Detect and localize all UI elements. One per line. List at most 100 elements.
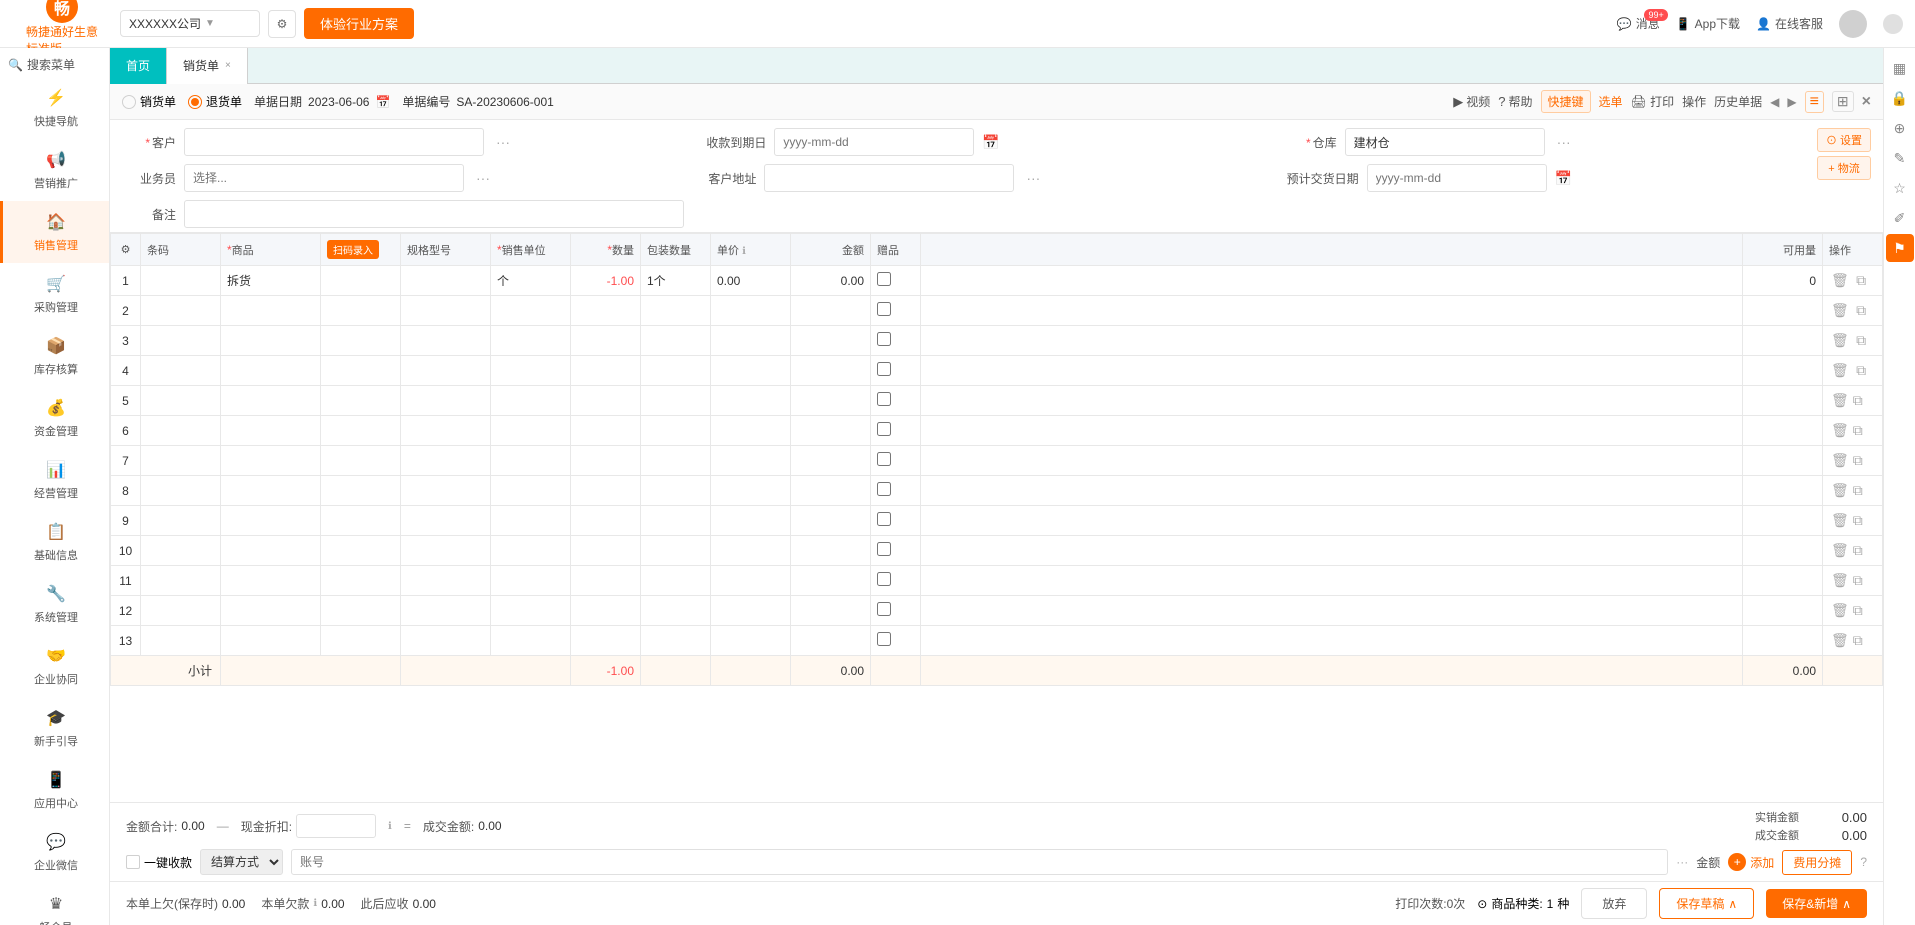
row-copy-icon-13[interactable]: ⧉	[1853, 632, 1863, 648]
settle-method-select[interactable]: 结算方式	[200, 849, 283, 875]
row-spec-2[interactable]	[401, 296, 491, 326]
arrears-info-icon[interactable]: ℹ	[313, 898, 317, 909]
sidebar-item-inventory[interactable]: 📦 库存核算	[0, 325, 109, 387]
row-pkgqty-4[interactable]	[641, 356, 711, 386]
close-form-button[interactable]: ×	[1862, 93, 1871, 111]
row-qty-4[interactable]	[571, 356, 641, 386]
row-price-4[interactable]	[711, 356, 791, 386]
sidebar-item-purchase[interactable]: 🛒 采购管理	[0, 263, 109, 325]
view-grid-icon[interactable]: ⊞	[1832, 91, 1854, 112]
online-service-button[interactable]: 👤 在线客服	[1756, 15, 1823, 32]
row-copy-icon-8[interactable]: ⧉	[1853, 482, 1863, 498]
sidebar-item-sales[interactable]: 🏠 销售管理	[0, 201, 109, 263]
sidebar-item-newbie[interactable]: 🎓 新手引导	[0, 697, 109, 759]
save-new-button[interactable]: 保存&新增 ∧	[1766, 889, 1867, 918]
sidebar-item-marketing[interactable]: 📢 营销推广	[0, 139, 109, 201]
sidebar-item-operations[interactable]: 📊 经营管理	[0, 449, 109, 511]
scan-btn[interactable]: 扫码录入	[327, 240, 379, 259]
one-click-pay-checkbox[interactable]: 一键收款	[126, 854, 192, 871]
sidebar-item-basic[interactable]: 📋 基础信息	[0, 511, 109, 573]
right-panel-icon-6[interactable]: ✐	[1886, 204, 1914, 232]
row-amount-2[interactable]	[791, 296, 871, 326]
right-panel-icon-5[interactable]: ☆	[1886, 174, 1914, 202]
app-download-button[interactable]: 📱 App下载	[1676, 15, 1740, 32]
row-copy-icon-4[interactable]: ⧉	[1856, 362, 1866, 378]
row-delete-icon-2[interactable]: 🗑	[1831, 302, 1849, 318]
sidebar-item-enterprise-wechat[interactable]: 💬 企业微信	[0, 821, 109, 883]
salesperson-dots-btn[interactable]: ···	[472, 170, 494, 186]
doc-no-value[interactable]: SA-20230606-001	[456, 95, 553, 109]
row-price-2[interactable]	[711, 296, 791, 326]
row-unit-2[interactable]	[491, 296, 571, 326]
radio-return-order[interactable]: 退货单	[188, 93, 242, 110]
row-copy-icon-7[interactable]: ⧉	[1853, 452, 1863, 468]
salesperson-input[interactable]	[184, 164, 464, 192]
row-barcode-1[interactable]	[141, 266, 221, 296]
customer-input[interactable]	[184, 128, 484, 156]
right-panel-icon-2[interactable]: 🔒	[1886, 84, 1914, 112]
row-delete-icon-3[interactable]: 🗑	[1831, 332, 1849, 348]
settings-float-btn[interactable]: ⊙ 设置	[1817, 128, 1871, 152]
radio-sales-order[interactable]: 销货单	[122, 93, 176, 110]
sidebar-item-enterprise[interactable]: 🤝 企业协同	[0, 635, 109, 697]
col-settings[interactable]: ⚙	[111, 234, 141, 266]
due-date-input[interactable]	[774, 128, 974, 156]
row-delete-icon-5[interactable]: 🗑	[1831, 392, 1849, 408]
row-gift-4[interactable]	[871, 356, 921, 386]
operation-button[interactable]: 操作	[1682, 93, 1706, 110]
row-pkgqty-3[interactable]	[641, 326, 711, 356]
row-copy-icon-9[interactable]: ⧉	[1853, 512, 1863, 528]
avatar2[interactable]	[1883, 14, 1903, 34]
estimated-date-calendar-icon[interactable]: 📅	[1555, 170, 1572, 187]
row-gift-1[interactable]	[871, 266, 921, 296]
cash-discount-input[interactable]	[296, 814, 376, 838]
row-qty-2[interactable]	[571, 296, 641, 326]
warehouse-input[interactable]	[1345, 128, 1545, 156]
view-list-icon[interactable]: ≡	[1805, 91, 1824, 113]
row-delete-icon-11[interactable]: 🗑	[1831, 572, 1849, 588]
trial-button[interactable]: 体验行业方案	[304, 8, 414, 39]
row-spec-4[interactable]	[401, 356, 491, 386]
tab-home[interactable]: 首页	[110, 48, 167, 84]
row-copy-icon-12[interactable]: ⧉	[1853, 602, 1863, 618]
row-copy-icon-3[interactable]: ⧉	[1856, 332, 1866, 348]
row-barcode-2[interactable]	[141, 296, 221, 326]
row-price-3[interactable]	[711, 326, 791, 356]
row-product-4[interactable]	[221, 356, 321, 386]
row-barcode-4[interactable]	[141, 356, 221, 386]
row-delete-icon-10[interactable]: 🗑	[1831, 542, 1849, 558]
row-product-3[interactable]	[221, 326, 321, 356]
customer-addr-dots-btn[interactable]: ···	[1022, 170, 1044, 186]
company-selector[interactable]: XXXXXX公司 ▼	[120, 10, 260, 37]
discount-info-icon[interactable]: ℹ	[388, 821, 392, 832]
row-unit-4[interactable]	[491, 356, 571, 386]
sidebar-item-app-center[interactable]: 📱 应用中心	[0, 759, 109, 821]
nav-prev-icon[interactable]: ◀	[1770, 95, 1779, 109]
sidebar-item-system[interactable]: 🔧 系统管理	[0, 573, 109, 635]
row-delete-icon-4[interactable]: 🗑	[1831, 362, 1849, 378]
customer-dots-btn[interactable]: ···	[492, 134, 514, 150]
account-input[interactable]	[291, 849, 1668, 875]
sidebar-item-finance[interactable]: 💰 资金管理	[0, 387, 109, 449]
account-dots-btn[interactable]: ···	[1676, 855, 1688, 869]
row-product-2[interactable]	[221, 296, 321, 326]
estimated-date-input[interactable]	[1367, 164, 1547, 192]
video-button[interactable]: ▶ 视频	[1453, 93, 1490, 110]
select-button[interactable]: 选单	[1599, 93, 1623, 110]
row-qty-1[interactable]: -1.00	[571, 266, 641, 296]
row-product-1[interactable]: 拆货	[221, 266, 321, 296]
right-panel-icon-7[interactable]: ⚑	[1886, 234, 1914, 262]
row-copy-icon-5[interactable]: ⧉	[1853, 392, 1863, 408]
nav-next-icon[interactable]: ▶	[1787, 95, 1796, 109]
shortcut-button[interactable]: 快捷键	[1541, 90, 1591, 113]
expense-split-btn[interactable]: 费用分摊	[1782, 850, 1852, 875]
search-menu-button[interactable]: 🔍 搜索菜单	[0, 48, 109, 77]
row-amount-4[interactable]	[791, 356, 871, 386]
row-qty-3[interactable]	[571, 326, 641, 356]
row-delete-icon-1[interactable]: 🗑	[1831, 272, 1849, 288]
row-amount-1[interactable]: 0.00	[791, 266, 871, 296]
product-type-selector[interactable]: ⊙ 商品种类: 1 种	[1477, 895, 1569, 912]
help-button[interactable]: ? 帮助	[1498, 93, 1532, 110]
row-copy-icon-11[interactable]: ⧉	[1853, 572, 1863, 588]
row-barcode-3[interactable]	[141, 326, 221, 356]
